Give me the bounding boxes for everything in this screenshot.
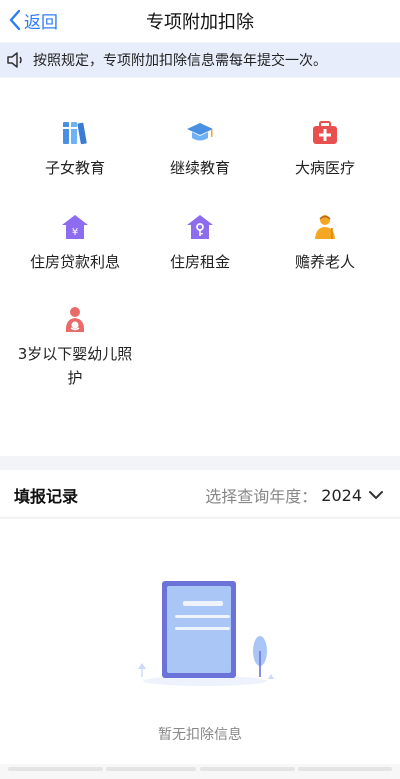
category-label: 3岁以下婴幼儿照护 (17, 345, 133, 387)
category-label: 继续教育 (169, 159, 230, 177)
empty-document-illustration (138, 581, 274, 686)
category-children-education[interactable]: 子女教育 (20, 118, 130, 180)
house-key-icon (187, 215, 213, 239)
category-label: 住房租金 (169, 253, 230, 271)
year-selector[interactable]: 选择查询年度： 2024 (205, 483, 384, 507)
category-supporting-elderly[interactable]: 赡养老人 (270, 212, 380, 274)
category-label: 大病医疗 (294, 159, 355, 177)
svg-text:¥: ¥ (72, 227, 78, 238)
elderly-person-icon (315, 215, 335, 239)
notice-text: 按照规定，专项附加扣除信息需每年提交一次。 (33, 53, 327, 69)
notice-banner: 按照规定，专项附加扣除信息需每年提交一次。 (0, 43, 400, 77)
category-infant-care[interactable]: 3岁以下婴幼儿照护 (15, 304, 135, 390)
category-housing-rent[interactable]: 住房租金 (145, 212, 255, 274)
bottom-tab-placeholder (8, 767, 103, 771)
bottom-tab-placeholder (200, 767, 295, 771)
category-label: 住房贷款利息 (29, 253, 120, 271)
nav-bar: 返回 专项附加扣除 (0, 0, 400, 42)
deduction-category-grid: 子女教育 继续教育 大病医疗 ¥ 住房贷款利息 住房租金 赡养老人 3岁以下婴幼… (0, 78, 400, 456)
chevron-down-icon (369, 491, 383, 499)
medical-kit-icon (313, 121, 337, 144)
category-serious-illness-medical[interactable]: 大病医疗 (270, 118, 380, 180)
year-value: 2024 (321, 485, 362, 505)
books-icon (63, 122, 87, 145)
mother-baby-icon (65, 307, 85, 332)
category-housing-loan-interest[interactable]: ¥ 住房贷款利息 (20, 212, 130, 274)
bottom-tab-placeholder (298, 767, 392, 771)
graduation-cap-icon (187, 123, 213, 141)
page-title: 专项附加扣除 (146, 12, 254, 33)
records-title: 填报记录 (14, 487, 79, 506)
speaker-icon (7, 52, 22, 68)
records-empty-state: 暂无扣除信息 (0, 519, 400, 764)
category-label: 赡养老人 (294, 253, 355, 271)
empty-state-text: 暂无扣除信息 (158, 727, 242, 743)
category-continuing-education[interactable]: 继续教育 (145, 118, 255, 180)
bottom-tab-placeholder (106, 767, 196, 771)
category-label: 子女教育 (44, 159, 105, 177)
house-yen-icon: ¥ (62, 215, 88, 239)
records-header: 填报记录 选择查询年度： 2024 (0, 470, 400, 518)
bottom-toolbar (0, 764, 400, 779)
year-prompt: 选择查询年度： (205, 487, 318, 506)
